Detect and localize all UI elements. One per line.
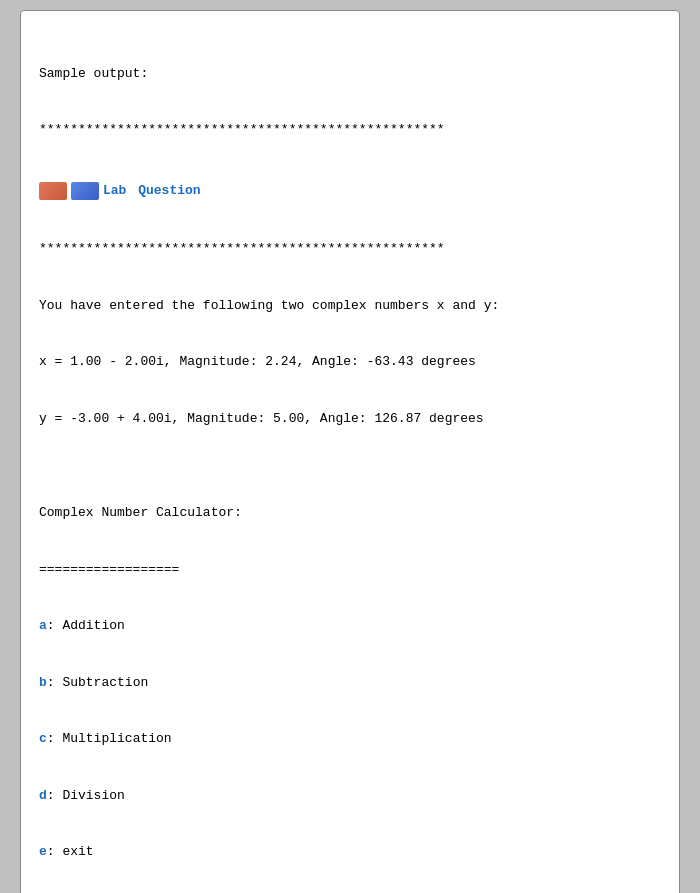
avatar-icon-1 (39, 182, 67, 200)
menu-item-b-1: b: Subtraction (39, 674, 661, 693)
menu-item-d-1: d: Division (39, 787, 661, 806)
stars-1: ****************************************… (39, 121, 661, 140)
question-text: Question (138, 182, 200, 201)
lab-question-text: Lab (103, 182, 134, 201)
lab-question-line: Lab Question (39, 182, 661, 201)
divider-1: ================== (39, 561, 661, 580)
intro-line-2: x = 1.00 - 2.00i, Magnitude: 2.24, Angle… (39, 353, 661, 372)
avatar-icon-2 (71, 182, 99, 200)
stars-2: ****************************************… (39, 240, 661, 259)
header-label: Sample output: (39, 65, 661, 84)
calc-title: Complex Number Calculator: (39, 504, 661, 523)
intro-line-1: You have entered the following two compl… (39, 297, 661, 316)
terminal-window: Sample output: *************************… (20, 10, 680, 893)
menu-item-e-1: e: exit (39, 843, 661, 862)
intro-line-3: y = -3.00 + 4.00i, Magnitude: 5.00, Angl… (39, 410, 661, 429)
menu-item-c-1: c: Multiplication (39, 730, 661, 749)
terminal-content: Sample output: *************************… (39, 27, 661, 893)
menu-item-a-1: a: Addition (39, 617, 661, 636)
